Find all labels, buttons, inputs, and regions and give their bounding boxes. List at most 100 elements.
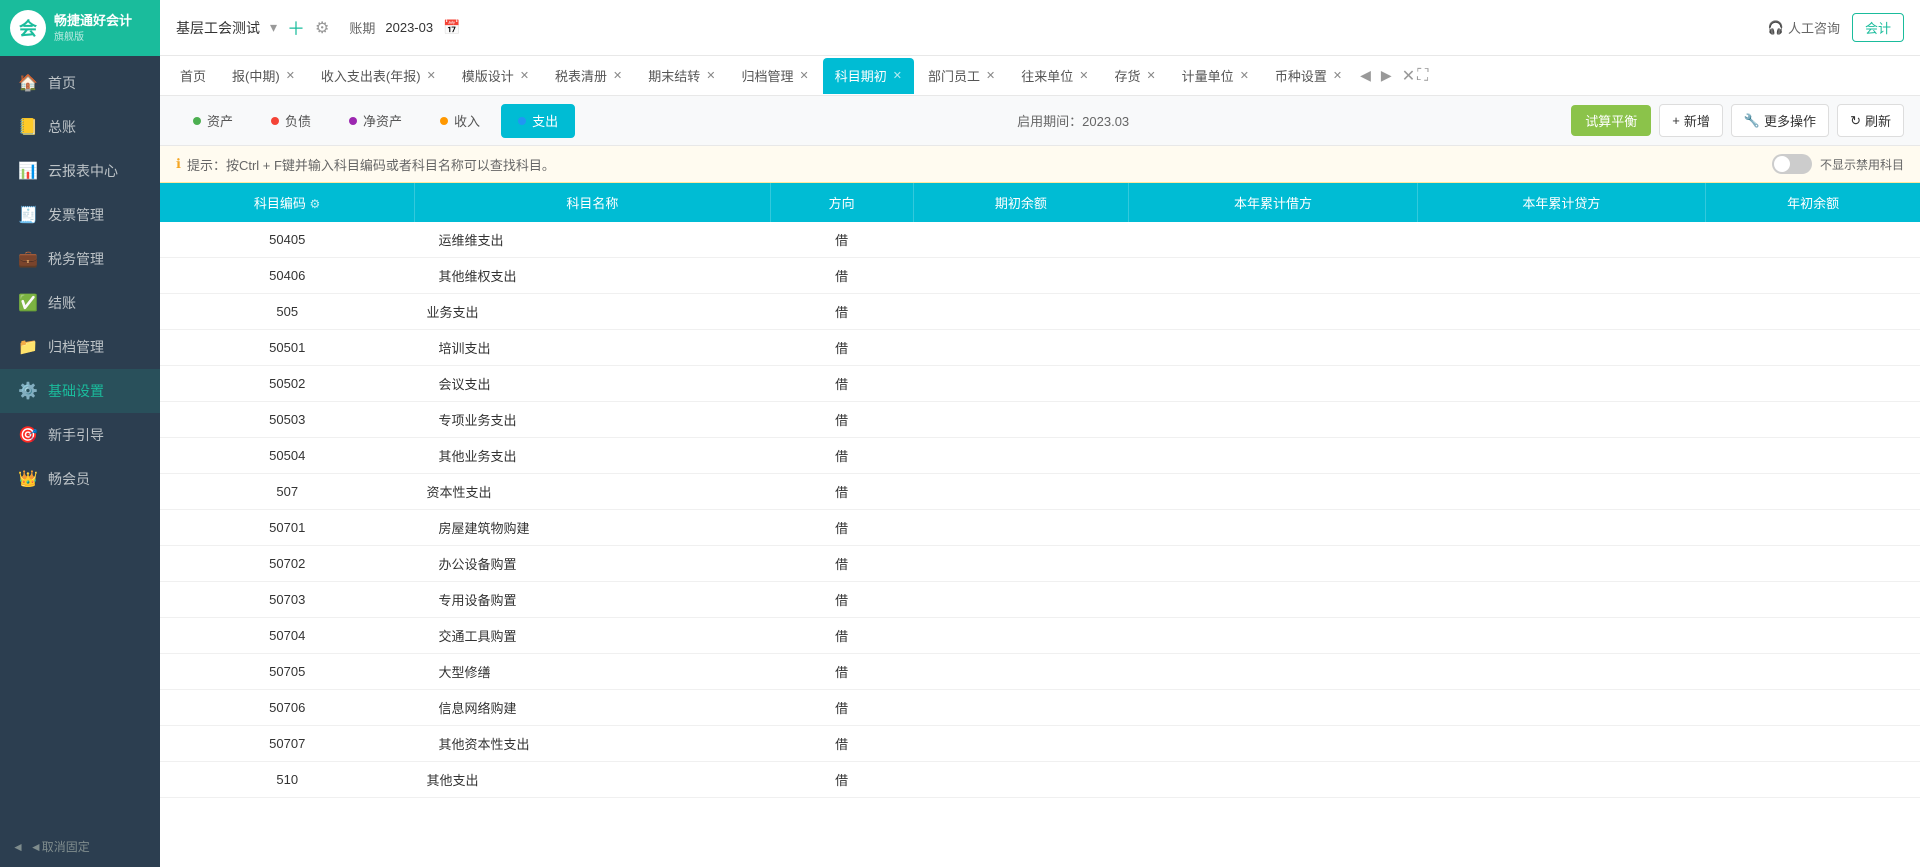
cell-direction: 借 — [770, 690, 913, 726]
balance-button[interactable]: 试算平衡 — [1571, 105, 1651, 136]
tip-icon: ℹ — [176, 156, 181, 172]
cell-name: 专用设备购置 — [415, 582, 771, 618]
tab-archive[interactable]: 归档管理✕ — [730, 58, 821, 94]
calendar-icon[interactable]: 📅 — [443, 19, 460, 36]
sidebar-item-settlement[interactable]: ✅结账 — [0, 281, 160, 325]
column-settings-icon[interactable]: ⚙ — [309, 197, 320, 211]
tab-close-currency[interactable]: ✕ — [1333, 69, 1342, 82]
tab-income-annual[interactable]: 收入支出表(年报)✕ — [309, 58, 448, 94]
th-code: 科目编码 ⚙ — [160, 183, 415, 222]
tab-close-period-end[interactable]: ✕ — [706, 69, 715, 82]
add-tab-button[interactable]: ＋ — [287, 15, 305, 41]
cell-code: 50406 — [160, 258, 415, 294]
cell-year-opening — [1706, 618, 1920, 654]
tab-close-all-button[interactable]: ✕ — [1402, 66, 1415, 86]
cell-name: 其他资本性支出 — [415, 726, 771, 762]
tab-close-subject-initial[interactable]: ✕ — [893, 69, 902, 82]
tab-close-archive[interactable]: ✕ — [800, 69, 809, 82]
account-button[interactable]: 会计 — [1852, 13, 1904, 42]
invoice-icon: 🧾 — [18, 205, 38, 225]
settings-icon[interactable]: ⚙ — [315, 18, 329, 38]
sidebar-item-tax[interactable]: 💼税务管理 — [0, 237, 160, 281]
cell-name: 资本性支出 — [415, 474, 771, 510]
tab-measure-unit[interactable]: 计量单位✕ — [1170, 58, 1261, 94]
tab-close-income-annual[interactable]: ✕ — [427, 69, 436, 82]
cell-direction: 借 — [770, 618, 913, 654]
tab-interim[interactable]: 报(中期)✕ — [220, 58, 307, 94]
sidebar-item-settings[interactable]: ⚙️基础设置 — [0, 369, 160, 413]
cell-direction: 借 — [770, 510, 913, 546]
subtab-liability[interactable]: 负债 — [254, 104, 328, 138]
cell-opening — [913, 402, 1129, 438]
cell-ytd-credit — [1417, 258, 1705, 294]
tab-close-inventory[interactable]: ✕ — [1146, 69, 1155, 82]
tab-subject-initial[interactable]: 科目期初✕ — [823, 58, 914, 94]
cell-name: 大型修缮 — [415, 654, 771, 690]
tab-currency[interactable]: 币种设置✕ — [1263, 58, 1354, 94]
tab-period-end[interactable]: 期末结转✕ — [636, 58, 727, 94]
cell-year-opening — [1706, 510, 1920, 546]
table-row: 510 其他支出 借 — [160, 762, 1920, 798]
cell-ytd-credit — [1417, 366, 1705, 402]
cell-ytd-debit — [1129, 690, 1417, 726]
cell-ytd-debit — [1129, 330, 1417, 366]
sidebar-item-archive[interactable]: 📁归档管理 — [0, 325, 160, 369]
cell-code: 50504 — [160, 438, 415, 474]
subtab-expense[interactable]: 支出 — [501, 104, 575, 138]
tab-next-button[interactable]: ▶ — [1377, 65, 1396, 86]
cell-code: 50405 — [160, 222, 415, 258]
sidebar-item-home[interactable]: 🏠首页 — [0, 61, 160, 105]
cell-code: 505 — [160, 294, 415, 330]
sidebar-label-archive: 归档管理 — [48, 337, 104, 357]
cell-opening — [913, 654, 1129, 690]
tab-clients[interactable]: 往来单位✕ — [1009, 58, 1100, 94]
subtab-net-asset[interactable]: 净资产 — [332, 104, 419, 138]
cell-name: 房屋建筑物购建 — [415, 510, 771, 546]
more-icon: 🔧 — [1744, 113, 1760, 129]
dropdown-icon[interactable]: ▾ — [270, 19, 277, 36]
cell-name: 运维维支出 — [415, 222, 771, 258]
more-button[interactable]: 🔧 更多操作 — [1731, 104, 1829, 137]
sidebar-item-cloud-reports[interactable]: 📊云报表中心 — [0, 149, 160, 193]
refresh-button[interactable]: ↻ 刷新 — [1837, 104, 1904, 137]
tab-template[interactable]: 模版设计✕ — [450, 58, 541, 94]
cell-ytd-debit — [1129, 366, 1417, 402]
tab-inventory[interactable]: 存货✕ — [1102, 58, 1167, 94]
table-header-row: 科目编码 ⚙ 科目名称 方向 期初余额 本年累计借方 本年累计贷方 年初余额 — [160, 183, 1920, 222]
table-row: 507 资本性支出 借 — [160, 474, 1920, 510]
tab-dept-staff[interactable]: 部门员工✕ — [916, 58, 1007, 94]
tab-close-clients[interactable]: ✕ — [1079, 69, 1088, 82]
cell-year-opening — [1706, 294, 1920, 330]
tab-close-measure-unit[interactable]: ✕ — [1240, 69, 1249, 82]
member-icon: 👑 — [18, 469, 38, 489]
subtab-asset[interactable]: 资产 — [176, 104, 250, 138]
tipbar-right: 不显示禁用科目 — [1772, 154, 1904, 174]
tab-close-dept-staff[interactable]: ✕ — [986, 69, 995, 82]
sidebar-item-invoice[interactable]: 🧾发票管理 — [0, 193, 160, 237]
sidebar-collapse[interactable]: ◄ ◄取消固定 — [0, 826, 160, 867]
add-button[interactable]: + 新增 — [1659, 104, 1723, 137]
topbar: 基层工会测试 ▾ ＋ ⚙ 账期 2023-03 📅 🎧 人工咨询 会计 — [160, 0, 1920, 56]
subtab-income[interactable]: 收入 — [423, 104, 497, 138]
cell-direction: 借 — [770, 330, 913, 366]
sidebar-item-guide[interactable]: 🎯新手引导 — [0, 413, 160, 457]
sidebar-item-general-ledger[interactable]: 📒总账 — [0, 105, 160, 149]
tab-expand-button[interactable]: ⛶ — [1417, 67, 1428, 85]
toggle-disabled[interactable] — [1772, 154, 1812, 174]
cell-ytd-debit — [1129, 654, 1417, 690]
tab-prev-button[interactable]: ◀ — [1356, 65, 1375, 86]
tab-close-tax-clear[interactable]: ✕ — [613, 69, 622, 82]
tab-tax-clear[interactable]: 税表清册✕ — [543, 58, 634, 94]
collapse-icon: ◄ — [12, 840, 24, 854]
tab-close-interim[interactable]: ✕ — [286, 69, 295, 82]
cell-ytd-credit — [1417, 690, 1705, 726]
tab-close-template[interactable]: ✕ — [520, 69, 529, 82]
cell-ytd-credit — [1417, 762, 1705, 798]
table-row: 50501 培训支出 借 — [160, 330, 1920, 366]
help-button[interactable]: 🎧 人工咨询 — [1768, 18, 1840, 37]
table-row: 50705 大型修缮 借 — [160, 654, 1920, 690]
tab-home[interactable]: 首页 — [168, 58, 218, 94]
cell-name: 交通工具购置 — [415, 618, 771, 654]
sidebar-item-member[interactable]: 👑畅会员 — [0, 457, 160, 501]
logo-icon: 会 — [10, 10, 46, 46]
